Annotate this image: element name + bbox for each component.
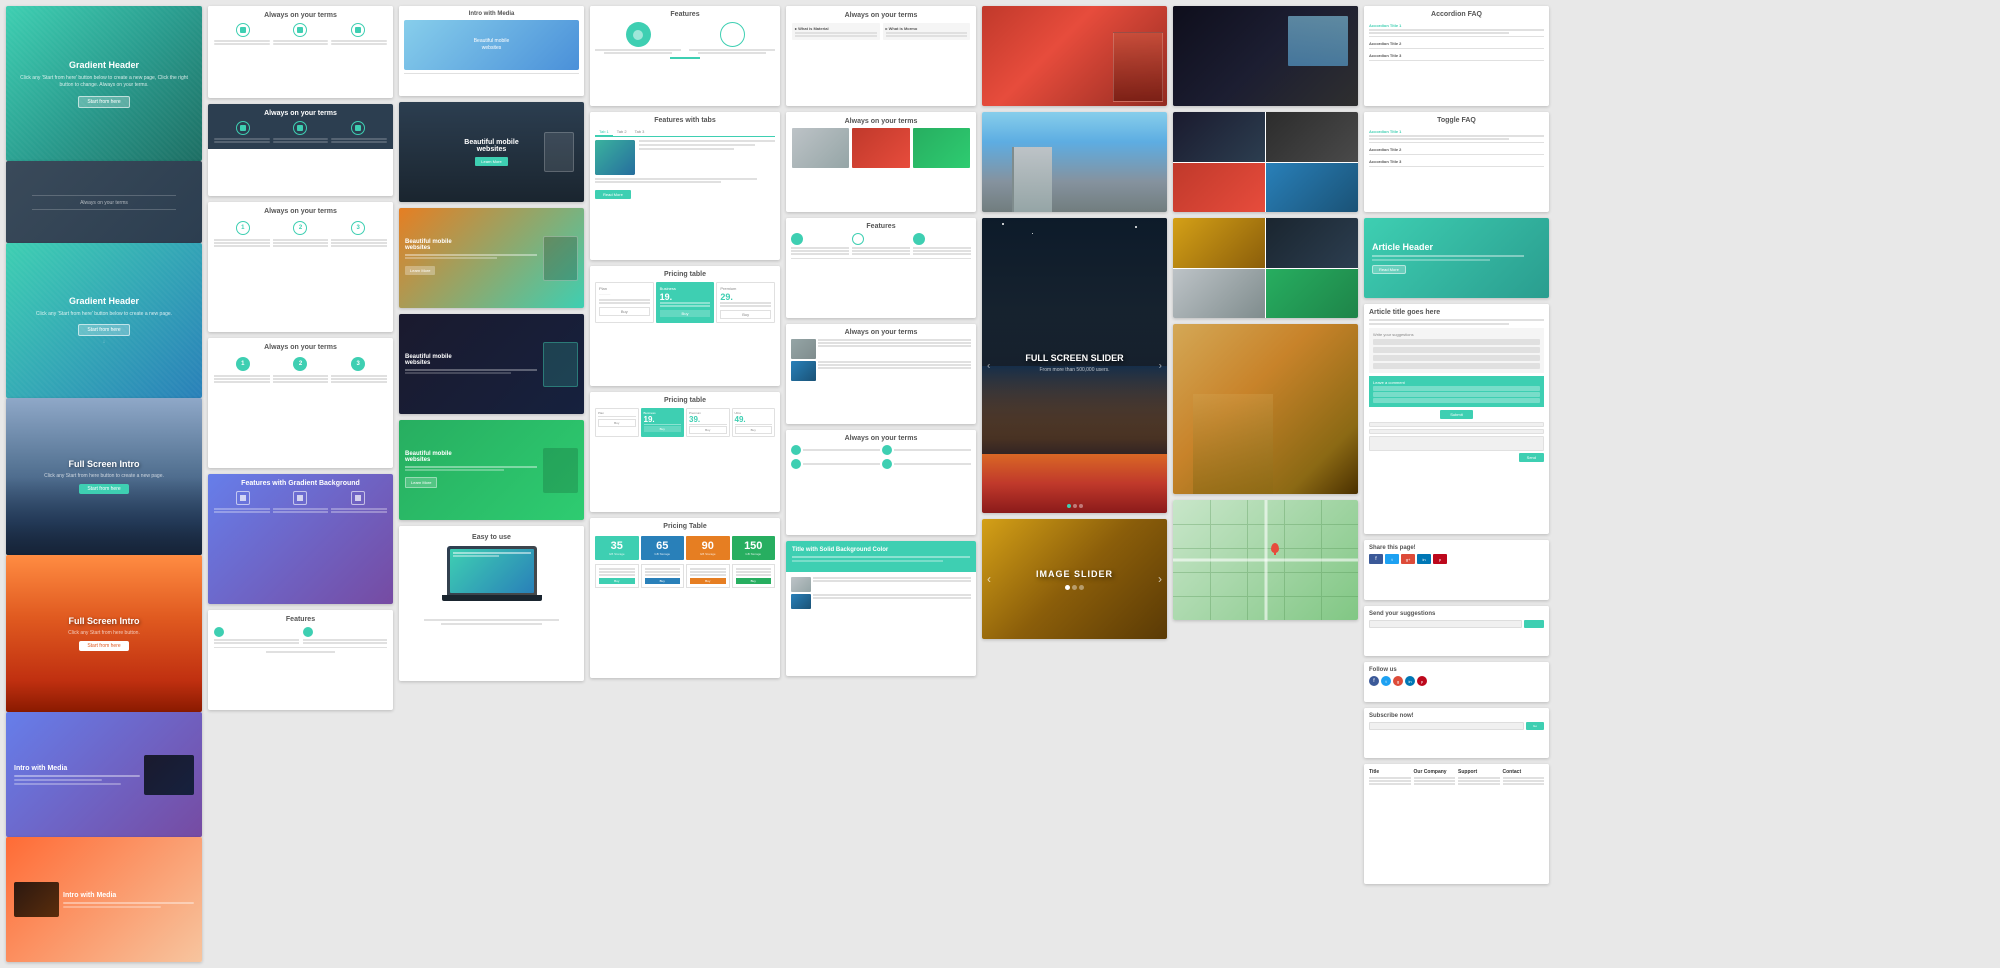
footer-section: Title Our Company Support	[1364, 764, 1549, 884]
full-screen-subtitle-2: Click any Start from here button.	[68, 630, 140, 636]
always-terms-6: Always on your terms	[786, 112, 976, 212]
always-terms-8: Always on your terms	[786, 430, 976, 535]
intro-media-light: Intro with Media Beautiful mobilewebsite…	[399, 6, 584, 96]
footer-col4: Contact	[1503, 769, 1545, 775]
beautiful-mobile-4: Beautiful mobilewebsites Learn More	[399, 420, 584, 520]
pricing-table-2: Pricing table Plan Buy Business 19. Buy	[590, 392, 780, 512]
col-3: Intro with Media Beautiful mobilewebsite…	[399, 6, 584, 681]
col-5: Always on your terms ▸ What is Material …	[786, 6, 976, 676]
follow-us: Follow us f t g in p	[1364, 662, 1549, 702]
main-layout: Gradient Header Click any 'Start from he…	[0, 0, 2000, 968]
full-slider-title: FULL SCREEN SLIDER	[1025, 353, 1123, 363]
beautiful-mobile-3: Beautiful mobilewebsites	[399, 314, 584, 414]
footer-col3: Support	[1458, 769, 1500, 775]
subscribe: Subscribe now! Go	[1364, 708, 1549, 758]
features-gradient-bg: Features with Gradient Background	[208, 474, 393, 604]
always-terms-4: Always on your terms 1 2 3	[208, 338, 393, 468]
subscribe-title: Subscribe now!	[1369, 713, 1544, 719]
photo-sky-building	[982, 112, 1167, 212]
photo-buildings-grid-2	[1173, 218, 1358, 318]
article-header-gray-title: Article title goes here	[1369, 309, 1544, 316]
full-screen-btn-1[interactable]: Start from here	[79, 484, 128, 494]
always-terms-7: Always on your terms	[786, 324, 976, 424]
footer-col1: Title	[1369, 769, 1411, 775]
col-6: FULL SCREEN SLIDER From more than 500,00…	[982, 6, 1167, 639]
toggle-faq: Toggle FAQ Accordion Title 1 Accordion T…	[1364, 112, 1549, 212]
accordion-faq: Accordion FAQ Accordion Title 1 Accordio…	[1364, 6, 1549, 106]
col-7	[1173, 6, 1358, 620]
full-screen-title-1: Full Screen Intro	[68, 459, 139, 469]
full-screen-intro-2[interactable]: Full Screen Intro Click any Start from h…	[6, 555, 202, 712]
suggestions-title: Send your suggestions	[1369, 611, 1544, 617]
card-title-2: Gradient Header	[69, 296, 139, 306]
article-header-gray: Article title goes here Write your sugge…	[1364, 304, 1549, 534]
accordion-title: Accordion FAQ	[1369, 11, 1544, 18]
share-title: Share this page!	[1369, 545, 1544, 551]
col-8: Accordion FAQ Accordion Title 1 Accordio…	[1364, 6, 1549, 884]
gradient-header-card-2[interactable]: Gradient Header Click any 'Start from he…	[6, 243, 202, 398]
full-slider-subtitle: From more than 500,000 users.	[1039, 367, 1109, 373]
send-suggestions: Send your suggestions	[1364, 606, 1549, 656]
photo-card-top	[1173, 6, 1358, 106]
toggle-faq-title: Toggle FAQ	[1369, 117, 1544, 124]
always-terms-2-dark: Always on your terms	[208, 104, 393, 196]
follow-title: Follow us	[1369, 667, 1544, 673]
intro-media-title-2: Intro with Media	[63, 892, 194, 899]
start-btn-1[interactable]: Start from here	[78, 96, 129, 108]
gradient-header-card-1[interactable]: Gradient Header Click any 'Start from he…	[6, 6, 202, 161]
beautiful-mobile-2: Beautiful mobilewebsites Learn More	[399, 208, 584, 308]
full-screen-intro-1[interactable]: Full Screen Intro Click any Start from h…	[6, 398, 202, 555]
share-page: Share this page! f t g+ in p	[1364, 540, 1549, 600]
photo-sandy-building	[1173, 324, 1358, 494]
features-plain: Features	[208, 610, 393, 710]
full-screen-btn-2[interactable]: Start from here	[79, 641, 128, 651]
image-slider-title: IMAGE SLIDER	[1036, 569, 1113, 579]
full-screen-title-2: Full Screen Intro	[68, 616, 139, 626]
image-slider: IMAGE SLIDER ‹ ›	[982, 519, 1167, 639]
features-tabs: Features with tabs Tab 1 Tab 2 Tab 3	[590, 112, 780, 260]
easy-to-use: Easy to use	[399, 526, 584, 681]
col-4: Features Feat	[590, 6, 780, 678]
footer-col2: Our Company	[1414, 769, 1456, 775]
pricing-table-1: Pricing table Plan ──── Buy Business 19.	[590, 266, 780, 386]
dark-panel-1: Always on your terms	[6, 161, 202, 243]
full-screen-slider: FULL SCREEN SLIDER From more than 500,00…	[982, 218, 1167, 513]
card-title: Gradient Header	[69, 60, 139, 70]
col-1: Gradient Header Click any 'Start from he…	[6, 6, 202, 962]
always-terms-3: Always on your terms 1 2 3	[208, 202, 393, 332]
card-subtitle-2: Click any 'Start from here' button below…	[36, 311, 172, 319]
always-terms-1: Always on your terms	[208, 6, 393, 98]
intro-media-card-1[interactable]: Intro with Media	[6, 712, 202, 837]
title-solid-text: Title with Solid Background Color	[792, 547, 970, 553]
card-subtitle: Click any 'Start from here' button below…	[18, 75, 190, 90]
full-screen-subtitle-1: Click any Start from here button to crea…	[44, 473, 164, 479]
beautiful-mobile-1: Beautiful mobilewebsites Learn More	[399, 102, 584, 202]
article-header-teal: Article Header Read More	[1364, 218, 1549, 298]
always-terms-5: Always on your terms ▸ What is Material …	[786, 6, 976, 106]
title-solid-bg: Title with Solid Background Color	[786, 541, 976, 676]
pricing-table-3: Pricing Table 35 GB Storage 65 GB Storag…	[590, 518, 780, 678]
article-header-title: Article Header	[1372, 242, 1541, 252]
map-section	[1173, 500, 1358, 620]
start-btn-2[interactable]: Start from here	[78, 324, 129, 336]
photo-buildings-grid	[1173, 112, 1358, 212]
col-2: Always on your terms	[208, 6, 393, 710]
intro-media-card-2[interactable]: Intro with Media	[6, 837, 202, 962]
intro-media-title-1: Intro with Media	[14, 765, 140, 772]
features-col4: Features	[590, 6, 780, 106]
features-col5: Features	[786, 218, 976, 318]
photo-red-building	[982, 6, 1167, 106]
